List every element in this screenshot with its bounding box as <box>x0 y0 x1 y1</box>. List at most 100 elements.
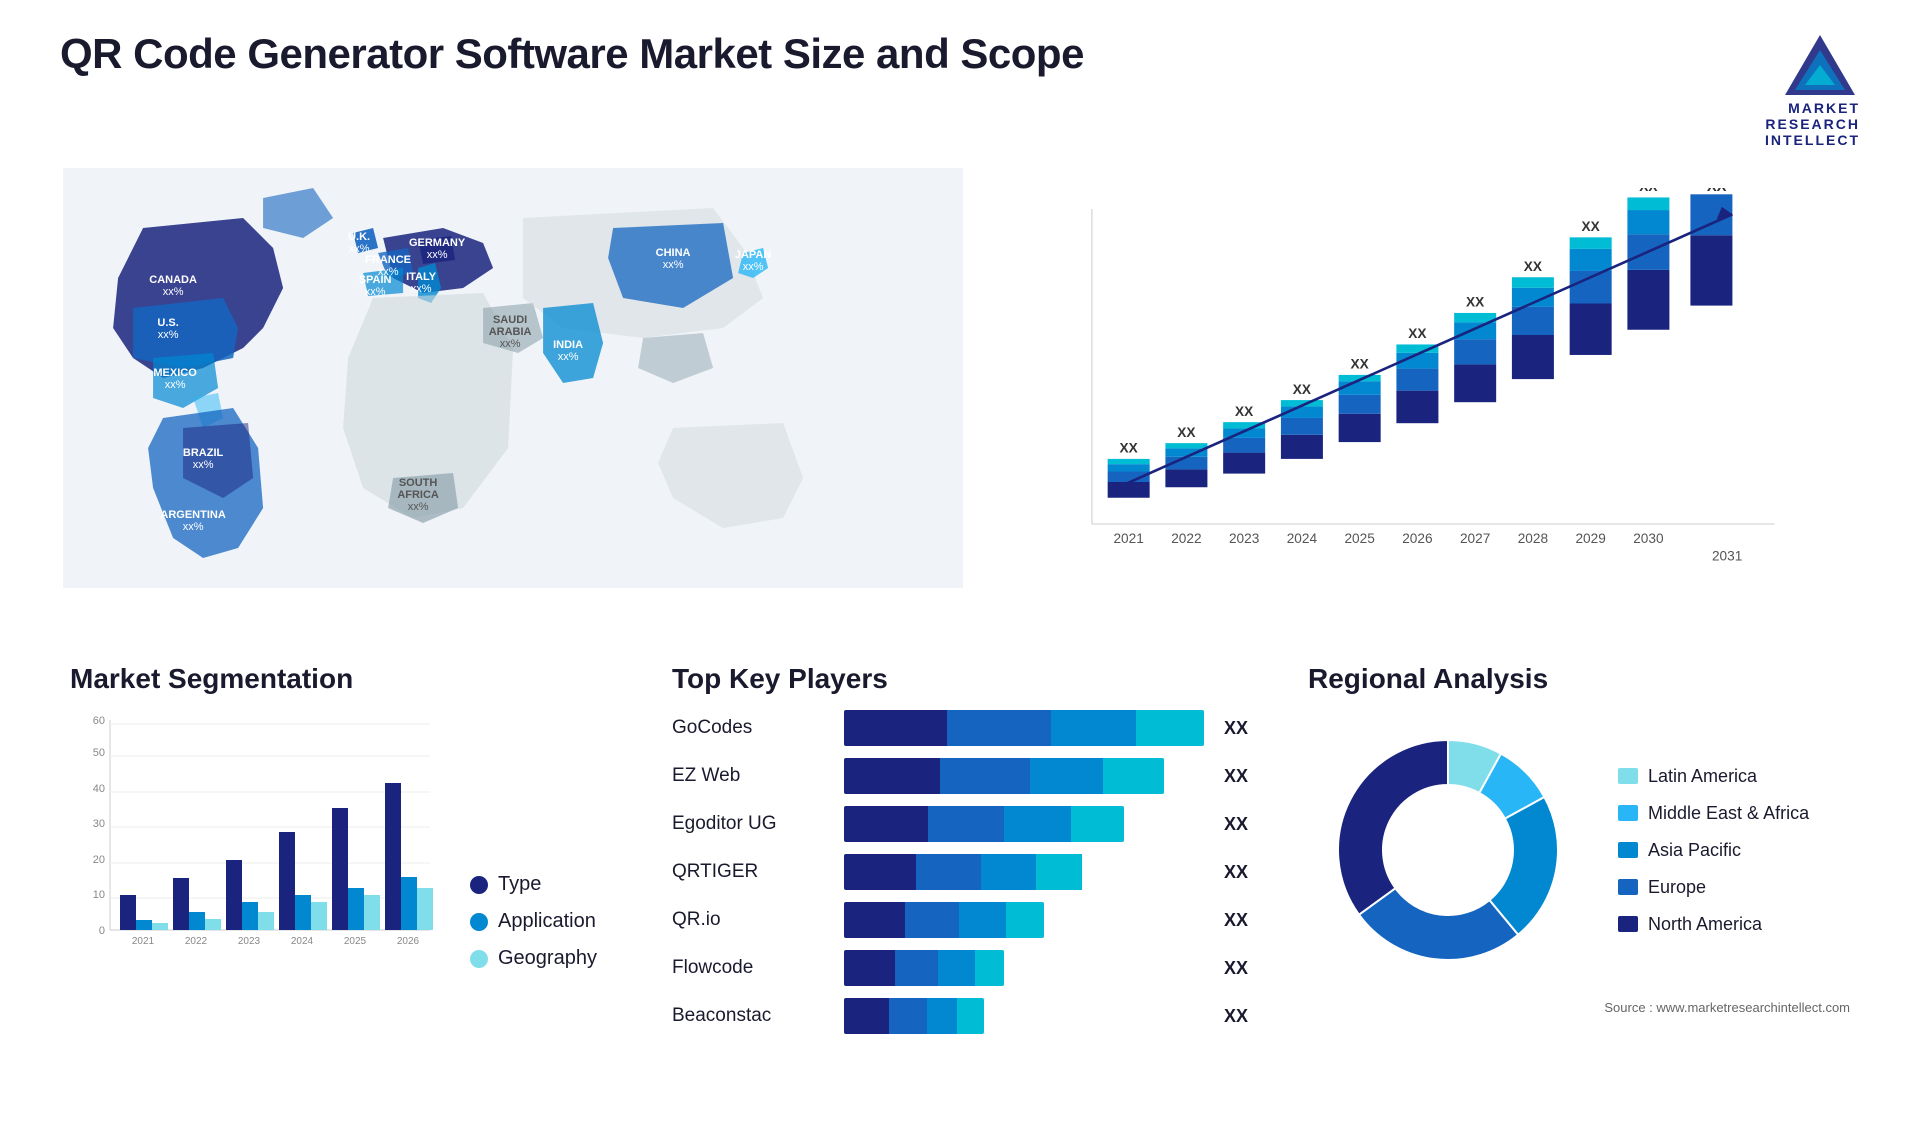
svg-text:GERMANY: GERMANY <box>409 237 466 249</box>
player-value: XX <box>1224 766 1248 787</box>
player-bar-segment <box>905 902 958 938</box>
svg-text:xx%: xx% <box>163 286 184 298</box>
growth-bar-chart: XX 2021 XX 2022 XX 2023 <box>1016 188 1840 608</box>
player-name: Flowcode <box>672 957 832 979</box>
players-list: GoCodesXXEZ WebXXEgoditor UGXXQRTIGERXXQ… <box>672 710 1248 1034</box>
player-row: QR.ioXX <box>672 902 1248 938</box>
svg-text:2021: 2021 <box>132 936 155 947</box>
map-section: CANADA xx% U.S. xx% MEXICO xx% BRAZIL xx… <box>60 168 966 623</box>
player-bar <box>844 902 1044 938</box>
svg-text:XX: XX <box>1177 425 1195 440</box>
player-bar-segment <box>1136 710 1204 746</box>
svg-text:xx%: xx% <box>427 249 448 261</box>
player-name: Egoditor UG <box>672 813 832 835</box>
legend-label-type: Type <box>498 873 541 896</box>
regional-legend-color <box>1618 879 1638 895</box>
player-name: GoCodes <box>672 717 832 739</box>
svg-text:XX: XX <box>1466 295 1484 310</box>
svg-text:XX: XX <box>1524 259 1542 274</box>
logo-area: MARKET RESEARCH INTELLECT <box>1765 30 1860 148</box>
regional-legend-label: Asia Pacific <box>1648 840 1741 861</box>
player-bar <box>844 710 1204 746</box>
svg-text:xx%: xx% <box>158 329 179 341</box>
regional-legend-item: Middle East & Africa <box>1618 803 1809 824</box>
logo-text: MARKET RESEARCH INTELLECT <box>1765 100 1860 148</box>
svg-text:AFRICA: AFRICA <box>397 489 439 501</box>
player-value: XX <box>1224 910 1248 931</box>
page-container: QR Code Generator Software Market Size a… <box>0 0 1920 1146</box>
player-bar-segment <box>947 710 1050 746</box>
svg-text:2024: 2024 <box>291 936 314 947</box>
segmentation-title: Market Segmentation <box>70 663 612 695</box>
regional-section: Regional Analysis Latin AmericaMiddle Ea… <box>1298 653 1860 1044</box>
players-title: Top Key Players <box>672 663 1248 695</box>
players-section: Top Key Players GoCodesXXEZ WebXXEgodito… <box>662 653 1258 1044</box>
regional-legend-item: North America <box>1618 914 1809 935</box>
top-section: CANADA xx% U.S. xx% MEXICO xx% BRAZIL xx… <box>60 168 1860 623</box>
player-value: XX <box>1224 958 1248 979</box>
logo-box: MARKET RESEARCH INTELLECT <box>1765 30 1860 148</box>
svg-text:XX: XX <box>1707 188 1727 195</box>
player-bar-segment <box>928 806 1004 842</box>
player-bar <box>844 806 1124 842</box>
player-value: XX <box>1224 862 1248 883</box>
svg-text:SPAIN: SPAIN <box>359 274 392 286</box>
svg-text:xx%: xx% <box>165 379 186 391</box>
source-text: Source : www.marketresearchintellect.com <box>1308 1000 1850 1015</box>
legend-dot-geography <box>470 950 488 968</box>
svg-text:2021: 2021 <box>1114 531 1144 546</box>
player-bar-segment <box>938 950 975 986</box>
donut-chart <box>1308 710 1588 990</box>
svg-text:XX: XX <box>1639 188 1657 194</box>
svg-text:MEXICO: MEXICO <box>153 367 197 379</box>
svg-text:xx%: xx% <box>365 286 386 298</box>
svg-text:20: 20 <box>93 854 105 866</box>
regional-legend-label: Europe <box>1648 877 1706 898</box>
svg-text:XX: XX <box>1120 441 1138 456</box>
player-name: EZ Web <box>672 765 832 787</box>
svg-text:2022: 2022 <box>185 936 208 947</box>
player-bar-segment <box>981 854 1036 890</box>
player-bar-container <box>844 710 1204 746</box>
player-bar <box>844 854 1084 890</box>
player-bar-segment <box>957 998 984 1034</box>
svg-text:2026: 2026 <box>397 936 420 947</box>
svg-text:xx%: xx% <box>558 351 579 363</box>
player-value: XX <box>1224 1006 1248 1027</box>
player-bar-segment <box>844 950 895 986</box>
player-bar-segment <box>927 998 958 1034</box>
svg-text:XX: XX <box>1351 357 1369 372</box>
svg-text:2031: 2031 <box>1712 549 1742 564</box>
player-name: Beaconstac <box>672 1005 832 1027</box>
svg-text:CHINA: CHINA <box>656 247 691 259</box>
svg-text:XX: XX <box>1582 219 1600 234</box>
player-value: XX <box>1224 814 1248 835</box>
regional-legend-color <box>1618 805 1638 821</box>
bar-chart-section: XX 2021 XX 2022 XX 2023 <box>1006 168 1860 623</box>
player-bar-container <box>844 902 1204 938</box>
player-bar-segment <box>844 806 928 842</box>
svg-text:0: 0 <box>99 925 105 937</box>
player-bar-container <box>844 998 1204 1034</box>
svg-text:30: 30 <box>93 818 105 830</box>
page-title: QR Code Generator Software Market Size a… <box>60 30 1084 78</box>
svg-text:ITALY: ITALY <box>406 271 437 283</box>
player-row: Egoditor UG XX <box>672 806 1248 842</box>
seg-chart-svg: 0 10 20 30 40 50 60 <box>70 710 450 970</box>
svg-text:10: 10 <box>93 889 105 901</box>
player-bar-segment <box>1004 806 1071 842</box>
player-bar-segment <box>959 902 1007 938</box>
player-bar-segment <box>916 854 981 890</box>
svg-text:JAPAN: JAPAN <box>735 249 772 261</box>
svg-text:2025: 2025 <box>344 936 367 947</box>
regional-title: Regional Analysis <box>1308 663 1850 695</box>
player-bar-segment <box>844 710 947 746</box>
svg-text:2026: 2026 <box>1402 531 1432 546</box>
player-bar-segment <box>1030 758 1104 794</box>
legend-item-type: Type <box>470 873 597 896</box>
regional-legend-item: Europe <box>1618 877 1809 898</box>
svg-text:ARGENTINA: ARGENTINA <box>160 509 225 521</box>
legend-label-application: Application <box>498 910 596 933</box>
player-bar-container <box>844 758 1204 794</box>
player-bar-segment <box>1051 710 1137 746</box>
